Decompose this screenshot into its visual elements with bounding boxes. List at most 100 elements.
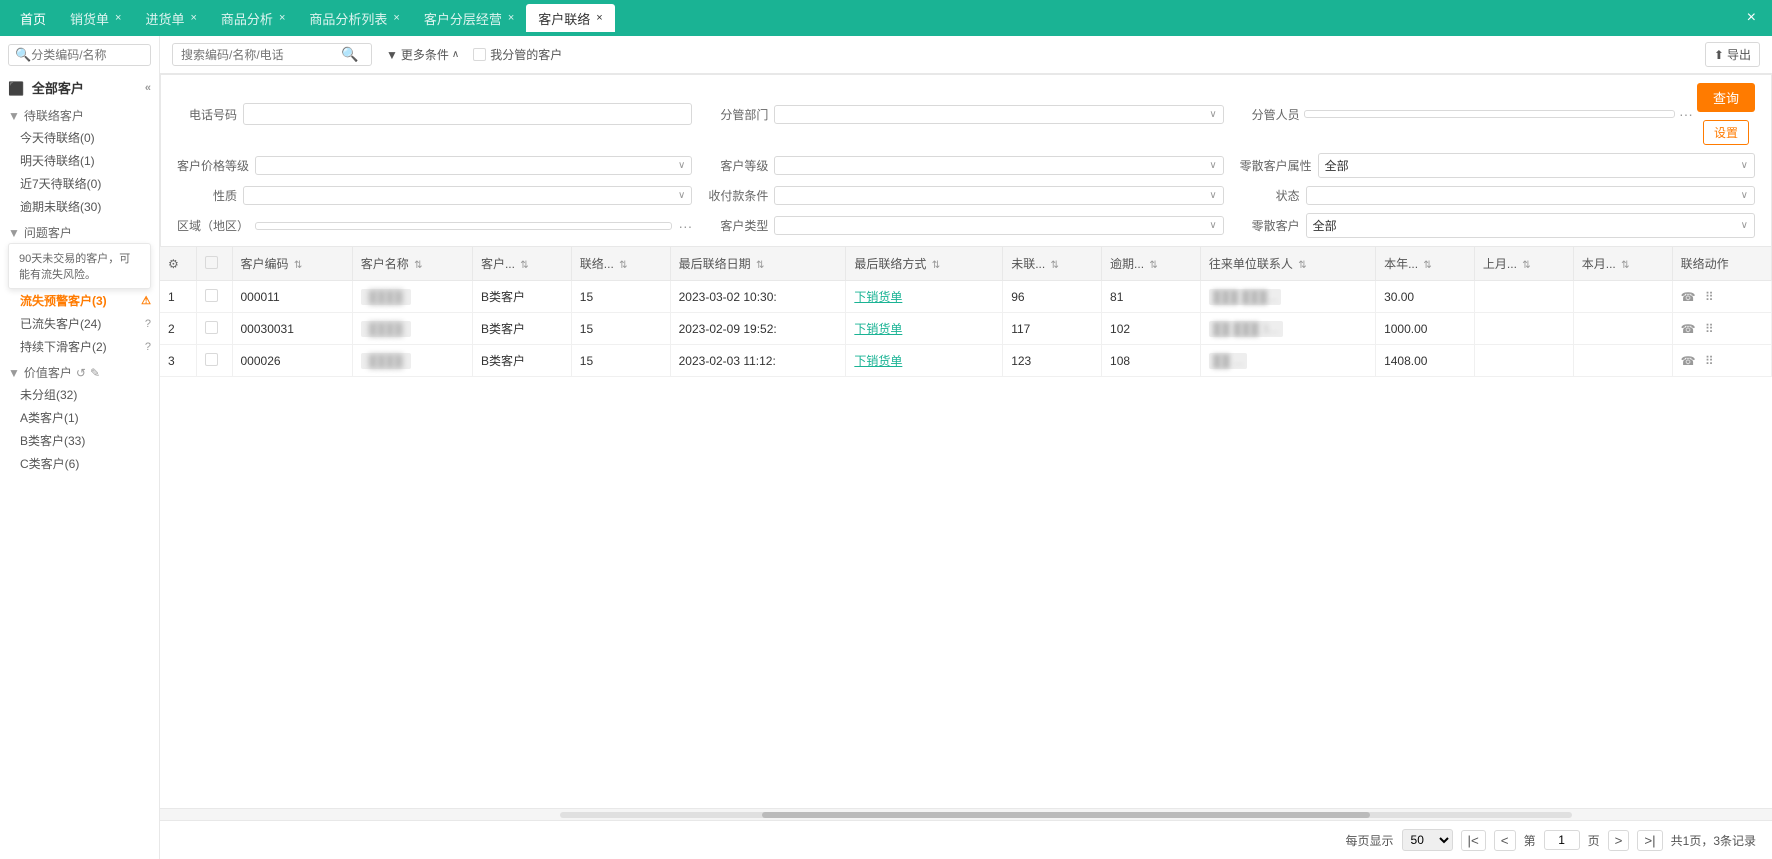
sort-icon-overdue[interactable]: ⇅	[1149, 260, 1157, 271]
row-action: ☎ ⠿	[1672, 313, 1771, 345]
edit-icon[interactable]: ✎	[90, 366, 100, 380]
main-layout: 🔍 ⬛ 全部客户 « ▼ 待联络客户 今天待联络(0) 明天待联络(1) 近7天…	[0, 36, 1772, 859]
sidebar-item-a-class[interactable]: A类客户(1)	[0, 406, 159, 429]
action-more-icon[interactable]: ⠿	[1705, 354, 1714, 368]
customer-level-select[interactable]: ∨	[774, 156, 1223, 175]
section-pending-contact[interactable]: ▼ 待联络客户	[0, 101, 159, 126]
scrollbar-thumb[interactable]	[762, 812, 1369, 818]
sidebar-all-customers[interactable]: ⬛ 全部客户 «	[0, 74, 159, 101]
sort-icon-no-contact[interactable]: ⇅	[1051, 260, 1059, 271]
action-contact-icon[interactable]: ☎	[1681, 322, 1696, 336]
tab-purchase-close[interactable]: ×	[190, 12, 196, 24]
row-select-checkbox[interactable]	[205, 321, 218, 334]
search-button[interactable]: 🔍	[341, 46, 358, 63]
table-row: 3 000026 ████ B类客户 15 2023-02-03 11:12: …	[160, 345, 1772, 377]
export-button[interactable]: ⬆ 导出	[1705, 42, 1760, 67]
next-page-btn[interactable]: >	[1608, 830, 1630, 851]
row-select-checkbox[interactable]	[205, 289, 218, 302]
sort-icon-last-date[interactable]: ⇅	[756, 260, 764, 271]
tab-home[interactable]: 首页	[8, 4, 58, 32]
sort-icon-unit[interactable]: ⇅	[1298, 260, 1306, 271]
retail-attr-select[interactable]: 全部 ∨	[1318, 153, 1755, 178]
sort-icon-contact[interactable]: ⇅	[619, 260, 627, 271]
nature-select[interactable]: ∨	[243, 186, 692, 205]
refresh-icon[interactable]: ↺	[76, 366, 86, 380]
sort-icon-code[interactable]: ⇅	[294, 260, 302, 271]
tab-goods-analysis-list[interactable]: 商品分析列表 ×	[297, 4, 411, 32]
sidebar-item-lost[interactable]: 已流失客户(24) ?	[0, 312, 159, 335]
first-page-btn[interactable]: |<	[1461, 830, 1486, 851]
sidebar-item-b-class[interactable]: B类客户(33)	[0, 429, 159, 452]
region-dots[interactable]: ···	[678, 218, 692, 234]
query-button[interactable]: 查询	[1697, 83, 1755, 112]
more-conditions-btn[interactable]: ▼ 更多条件 ∧	[380, 44, 465, 65]
sidebar-item-churn-warning[interactable]: 流失预警客户(3) ⚠	[0, 289, 159, 312]
prev-page-btn[interactable]: <	[1494, 830, 1516, 851]
page-number-input[interactable]	[1544, 830, 1580, 850]
status-select[interactable]: ∨	[1306, 186, 1755, 205]
window-close-button[interactable]: ×	[1739, 9, 1764, 27]
horizontal-scrollbar[interactable]	[160, 808, 1772, 820]
action-more-icon[interactable]: ⠿	[1705, 322, 1714, 336]
filter-row-dept: 分管部门 ∨	[708, 83, 1223, 145]
price-level-select[interactable]: ∨	[255, 156, 692, 175]
row-select-checkbox[interactable]	[205, 353, 218, 366]
region-select[interactable]	[255, 222, 672, 230]
sidebar-item-overdue[interactable]: 逾期未联络(30)	[0, 195, 159, 218]
sort-icon-last-method[interactable]: ⇅	[932, 260, 940, 271]
section-value-customers[interactable]: ▼ 价值客户 ↺ ✎	[0, 358, 159, 383]
last-method-link[interactable]: 下销货单	[854, 354, 902, 368]
tab-sales[interactable]: 销货单 ×	[58, 4, 133, 32]
person-select[interactable]	[1304, 110, 1675, 118]
action-contact-icon[interactable]: ☎	[1681, 290, 1696, 304]
section-arrow-3: ▼	[8, 366, 20, 380]
row-overdue: 81	[1102, 281, 1201, 313]
table-settings-icon[interactable]: ⚙	[168, 257, 179, 271]
tab-customer-layered-close[interactable]: ×	[508, 12, 514, 24]
tab-goods-analysis-list-close[interactable]: ×	[393, 12, 399, 24]
customer-type-select[interactable]: ∨	[774, 216, 1223, 235]
tab-goods-analysis[interactable]: 商品分析 ×	[209, 4, 297, 32]
settings-button[interactable]: 设置	[1703, 120, 1749, 145]
tab-customer-contact[interactable]: 客户联络 ×	[526, 4, 614, 32]
sidebar-item-today[interactable]: 今天待联络(0)	[0, 126, 159, 149]
sort-icon-name[interactable]: ⇅	[414, 260, 422, 271]
search-wrap: 🔍	[172, 43, 372, 66]
sort-icon-last-month[interactable]: ⇅	[1522, 260, 1530, 271]
tab-customer-layered[interactable]: 客户分层经营 ×	[412, 4, 526, 32]
payment-select[interactable]: ∨	[774, 186, 1223, 205]
action-contact-icon[interactable]: ☎	[1681, 354, 1696, 368]
last-method-link[interactable]: 下销货单	[854, 290, 902, 304]
last-page-btn[interactable]: >|	[1637, 830, 1662, 851]
my-customers-toggle[interactable]: 我分管的客户	[473, 46, 562, 63]
tab-customer-contact-close[interactable]: ×	[596, 12, 602, 24]
phone-input[interactable]	[243, 103, 692, 125]
last-method-link[interactable]: 下销货单	[854, 322, 902, 336]
row-last-method: 下销货单	[846, 345, 1003, 377]
select-all-checkbox[interactable]	[205, 256, 218, 269]
question-icon: ?	[145, 318, 151, 330]
dept-select[interactable]: ∨	[774, 105, 1223, 124]
row-this-month	[1573, 281, 1672, 313]
sidebar-item-tomorrow[interactable]: 明天待联络(1)	[0, 149, 159, 172]
sidebar-item-c-class[interactable]: C类客户(6)	[0, 452, 159, 475]
sort-icon-type[interactable]: ⇅	[520, 260, 528, 271]
sidebar-item-declining[interactable]: 持续下滑客户(2) ?	[0, 335, 159, 358]
tab-sales-close[interactable]: ×	[115, 12, 121, 24]
action-more-icon[interactable]: ⠿	[1705, 290, 1714, 304]
sort-icon-year[interactable]: ⇅	[1423, 260, 1431, 271]
per-page-select[interactable]: 50 100 200	[1402, 829, 1453, 851]
tab-goods-analysis-close[interactable]: ×	[279, 12, 285, 24]
sidebar-item-7days[interactable]: 近7天待联络(0)	[0, 172, 159, 195]
section-problem-customers[interactable]: ▼ 问题客户	[0, 218, 159, 243]
tab-purchase[interactable]: 进货单 ×	[133, 4, 208, 32]
sort-icon-this-month[interactable]: ⇅	[1621, 260, 1629, 271]
my-customers-checkbox[interactable]	[473, 48, 486, 61]
retail-customer-select[interactable]: 全部 ∨	[1306, 213, 1755, 238]
row-last-date: 2023-02-09 19:52:	[670, 313, 846, 345]
sidebar-item-ungrouped[interactable]: 未分组(32)	[0, 383, 159, 406]
person-dots[interactable]: ···	[1679, 106, 1693, 122]
search-input[interactable]	[181, 48, 341, 62]
row-no: 1	[160, 281, 196, 313]
sidebar-search-input[interactable]	[31, 48, 144, 62]
